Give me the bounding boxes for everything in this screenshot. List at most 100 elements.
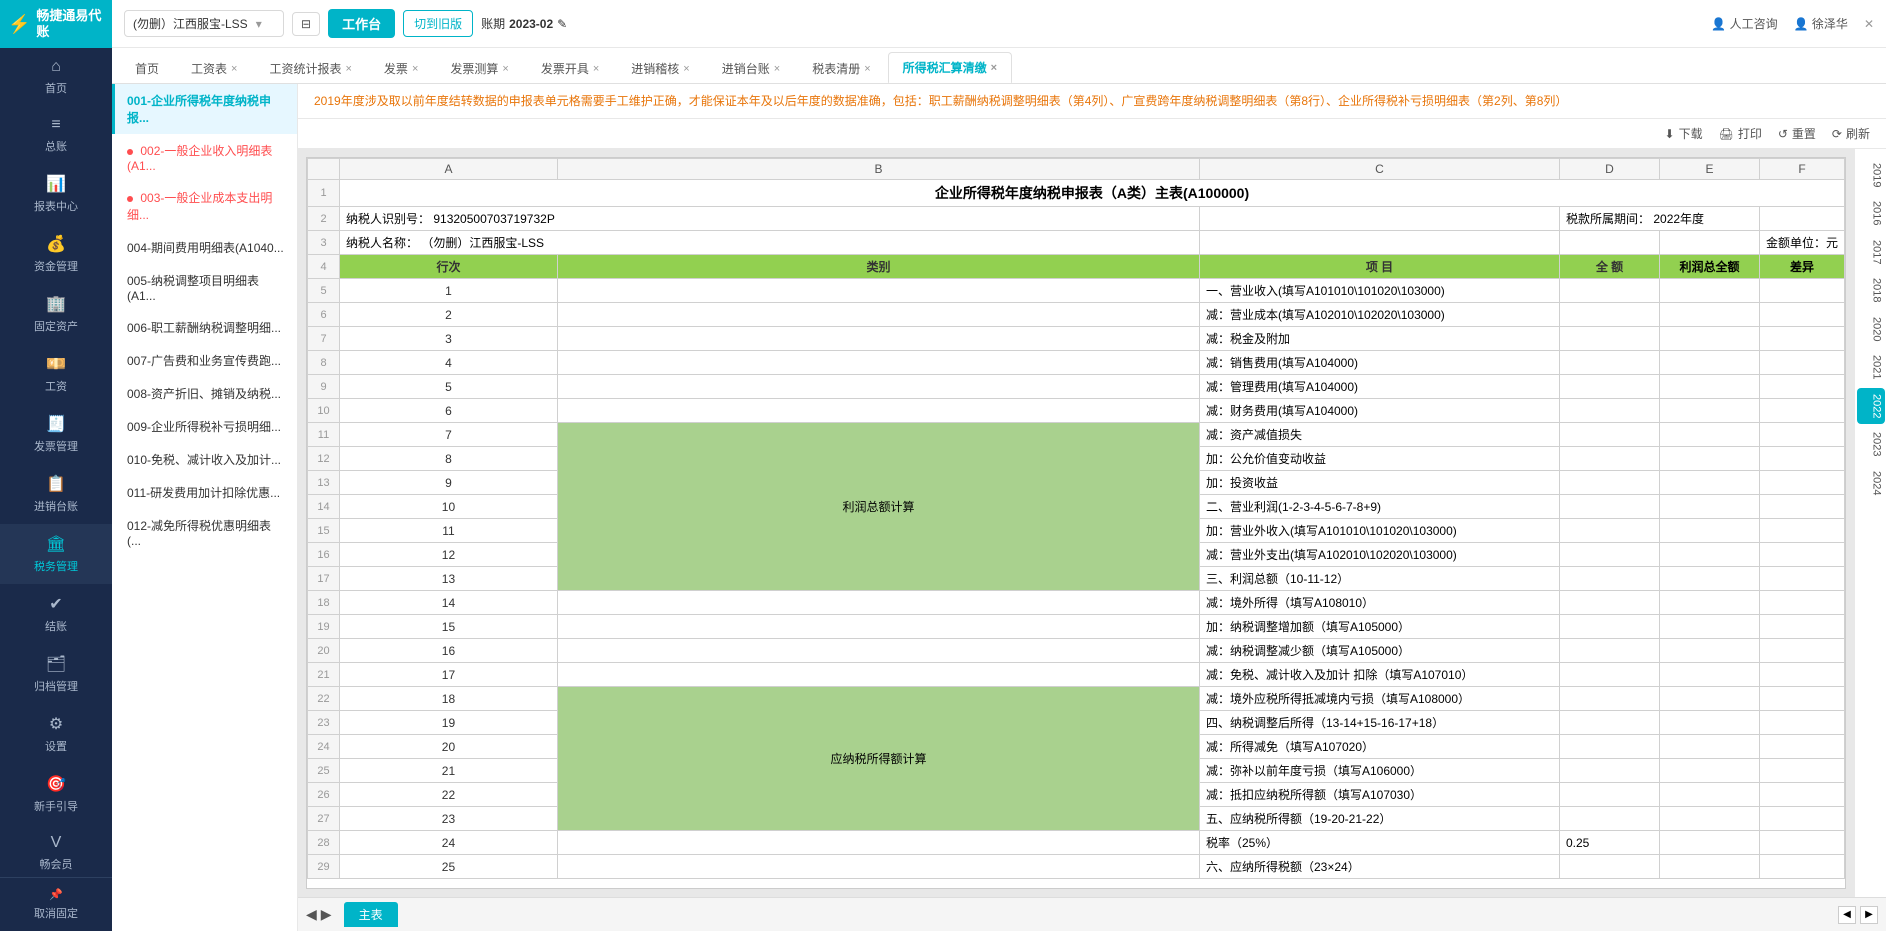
timeline-2020[interactable]: 2020 [1857, 311, 1885, 347]
cell-num[interactable]: 14 [340, 591, 558, 615]
cell-num[interactable]: 4 [340, 351, 558, 375]
diff-cell[interactable] [1759, 543, 1844, 567]
value-cell[interactable] [1559, 807, 1659, 831]
profit-cell[interactable] [1659, 615, 1759, 639]
item-cell[interactable]: 一、营业收入(填写A101010\101020\103000) [1199, 279, 1559, 303]
tab-close-icon[interactable]: × [864, 63, 870, 75]
close-window-icon[interactable]: ✕ [1864, 17, 1874, 31]
sub-menu-item-012[interactable]: 012-减免所得税优惠明细表(... [112, 509, 297, 556]
item-cell[interactable]: 六、应纳所得税额（23×24） [1199, 855, 1559, 879]
sub-menu-item-001[interactable]: 001-企业所得税年度纳税申报... [112, 84, 297, 134]
item-cell[interactable]: 税率（25%） [1199, 831, 1559, 855]
sidebar-item-home[interactable]: ⌂ 首页 [0, 48, 112, 106]
item-cell[interactable]: 减：营业外支出(填写A102010\102020\103000) [1199, 543, 1559, 567]
table-row[interactable]: 28 24 税率（25%） 0.25 [308, 831, 1845, 855]
profit-cell[interactable] [1659, 567, 1759, 591]
cell-num[interactable]: 21 [340, 759, 558, 783]
scroll-right-btn[interactable]: ▶ [1860, 906, 1878, 924]
tab-close-icon[interactable]: × [502, 63, 508, 75]
sidebar-item-archive[interactable]: 🗂 归档管理 [0, 644, 112, 704]
cell-num[interactable]: 13 [340, 567, 558, 591]
sidebar-item-funds[interactable]: 💰 资金管理 [0, 224, 112, 284]
diff-cell[interactable] [1759, 519, 1844, 543]
cell-num[interactable]: 9 [340, 471, 558, 495]
tab-invoice-calc[interactable]: 发票测算 × [435, 53, 523, 83]
timeline-2024[interactable]: 2024 [1857, 465, 1885, 501]
diff-cell[interactable] [1759, 591, 1844, 615]
table-row[interactable]: 20 16 减：纳税调整减少额（填写A105000） [308, 639, 1845, 663]
table-row[interactable]: 7 3 减：税金及附加 [308, 327, 1845, 351]
download-button[interactable]: ⬇ 下载 [1665, 125, 1703, 142]
tab-sales-audit[interactable]: 进销稽核 × [616, 53, 704, 83]
cell-num[interactable]: 25 [340, 855, 558, 879]
table-row[interactable]: 29 25 六、应纳所得税额（23×24） [308, 855, 1845, 879]
sub-menu-item-010[interactable]: 010-免税、减计收入及加计... [112, 443, 297, 476]
item-cell[interactable]: 减：纳税调整减少额（填写A105000） [1199, 639, 1559, 663]
value-cell[interactable] [1559, 423, 1659, 447]
user-service[interactable]: 👤 人工咨询 [1711, 15, 1777, 32]
value-cell[interactable] [1559, 327, 1659, 351]
value-cell[interactable] [1559, 855, 1659, 879]
table-row[interactable]: 5 1 一、营业收入(填写A101010\101020\103000) [308, 279, 1845, 303]
diff-cell[interactable] [1759, 567, 1844, 591]
item-cell[interactable]: 减：境外应税所得抵减境内亏损（填写A108000） [1199, 687, 1559, 711]
cell-num[interactable]: 12 [340, 543, 558, 567]
item-cell[interactable]: 三、利润总额（10-11-12） [1199, 567, 1559, 591]
sidebar-item-tax[interactable]: 🏛 税务管理 [0, 524, 112, 584]
company-selector[interactable]: (勿删）江西服宝-LSS ▾ [124, 10, 284, 37]
cell-num[interactable]: 11 [340, 519, 558, 543]
value-cell[interactable] [1559, 735, 1659, 759]
tab-invoice-open[interactable]: 发票开具 × [526, 53, 614, 83]
sub-menu-item-006[interactable]: 006-职工薪酬纳税调整明细... [112, 311, 297, 344]
reset-button[interactable]: ↺ 重置 [1778, 125, 1816, 142]
tab-close-icon[interactable]: × [683, 63, 689, 75]
copy-btn[interactable]: ⊟ [292, 12, 320, 36]
value-cell[interactable] [1559, 495, 1659, 519]
item-cell[interactable]: 减：财务费用(填写A104000) [1199, 399, 1559, 423]
diff-cell[interactable] [1759, 351, 1844, 375]
diff-cell[interactable] [1759, 303, 1844, 327]
sidebar-item-assets[interactable]: 🏢 固定资产 [0, 284, 112, 344]
value-cell[interactable] [1559, 591, 1659, 615]
value-cell[interactable] [1559, 567, 1659, 591]
timeline-2016[interactable]: 2016 [1857, 195, 1885, 231]
table-row[interactable]: 18 14 减：境外所得（填写A108010） [308, 591, 1845, 615]
value-cell[interactable] [1559, 759, 1659, 783]
item-cell[interactable]: 减：税金及附加 [1199, 327, 1559, 351]
diff-cell[interactable] [1759, 279, 1844, 303]
print-button[interactable]: 🖨 打印 [1719, 125, 1762, 142]
tab-close-icon[interactable]: × [231, 63, 237, 75]
sub-menu-item-003[interactable]: 003-一般企业成本支出明细... [112, 181, 297, 231]
tab-sales-ledger[interactable]: 进销台账 × [707, 53, 795, 83]
tab-home[interactable]: 首页 [120, 53, 174, 83]
value-cell[interactable]: 0.25 [1559, 831, 1659, 855]
value-cell[interactable] [1559, 351, 1659, 375]
sidebar-item-sales[interactable]: 📋 进销台账 [0, 464, 112, 524]
sheet-nav-left-icon[interactable]: ◀ [306, 906, 317, 923]
switch-button[interactable]: 切到旧版 [403, 10, 473, 37]
profit-cell[interactable] [1659, 519, 1759, 543]
timeline-2022[interactable]: 2022 [1857, 388, 1885, 424]
profit-cell[interactable] [1659, 471, 1759, 495]
tab-salary[interactable]: 工资表 × [176, 53, 252, 83]
cell-num[interactable]: 19 [340, 711, 558, 735]
diff-cell[interactable] [1759, 855, 1844, 879]
sub-menu-item-004[interactable]: 004-期间费用明细表(A1040... [112, 231, 297, 264]
profit-cell[interactable] [1659, 351, 1759, 375]
profit-cell[interactable] [1659, 807, 1759, 831]
sub-menu-item-008[interactable]: 008-资产折旧、摊销及纳税... [112, 377, 297, 410]
diff-cell[interactable] [1759, 471, 1844, 495]
sidebar-footer[interactable]: 📌 取消固定 [0, 877, 112, 931]
period-edit-icon[interactable]: ✎ [557, 17, 567, 31]
profit-cell[interactable] [1659, 303, 1759, 327]
sidebar-item-reports[interactable]: 📊 报表中心 [0, 164, 112, 224]
sidebar-item-salary[interactable]: 💴 工资 [0, 344, 112, 404]
value-cell[interactable] [1559, 615, 1659, 639]
workbench-button[interactable]: 工作台 [328, 9, 395, 38]
table-row[interactable]: 22 18 应纳税所得额计算 减：境外应税所得抵减境内亏损（填写A108000） [308, 687, 1845, 711]
tab-close-icon[interactable]: × [991, 62, 997, 74]
tab-salary-stats[interactable]: 工资统计报表 × [254, 53, 366, 83]
item-cell[interactable]: 减：销售费用(填写A104000) [1199, 351, 1559, 375]
sheet-nav-right-icon[interactable]: ▶ [321, 906, 332, 923]
item-cell[interactable]: 减：境外所得（填写A108010） [1199, 591, 1559, 615]
